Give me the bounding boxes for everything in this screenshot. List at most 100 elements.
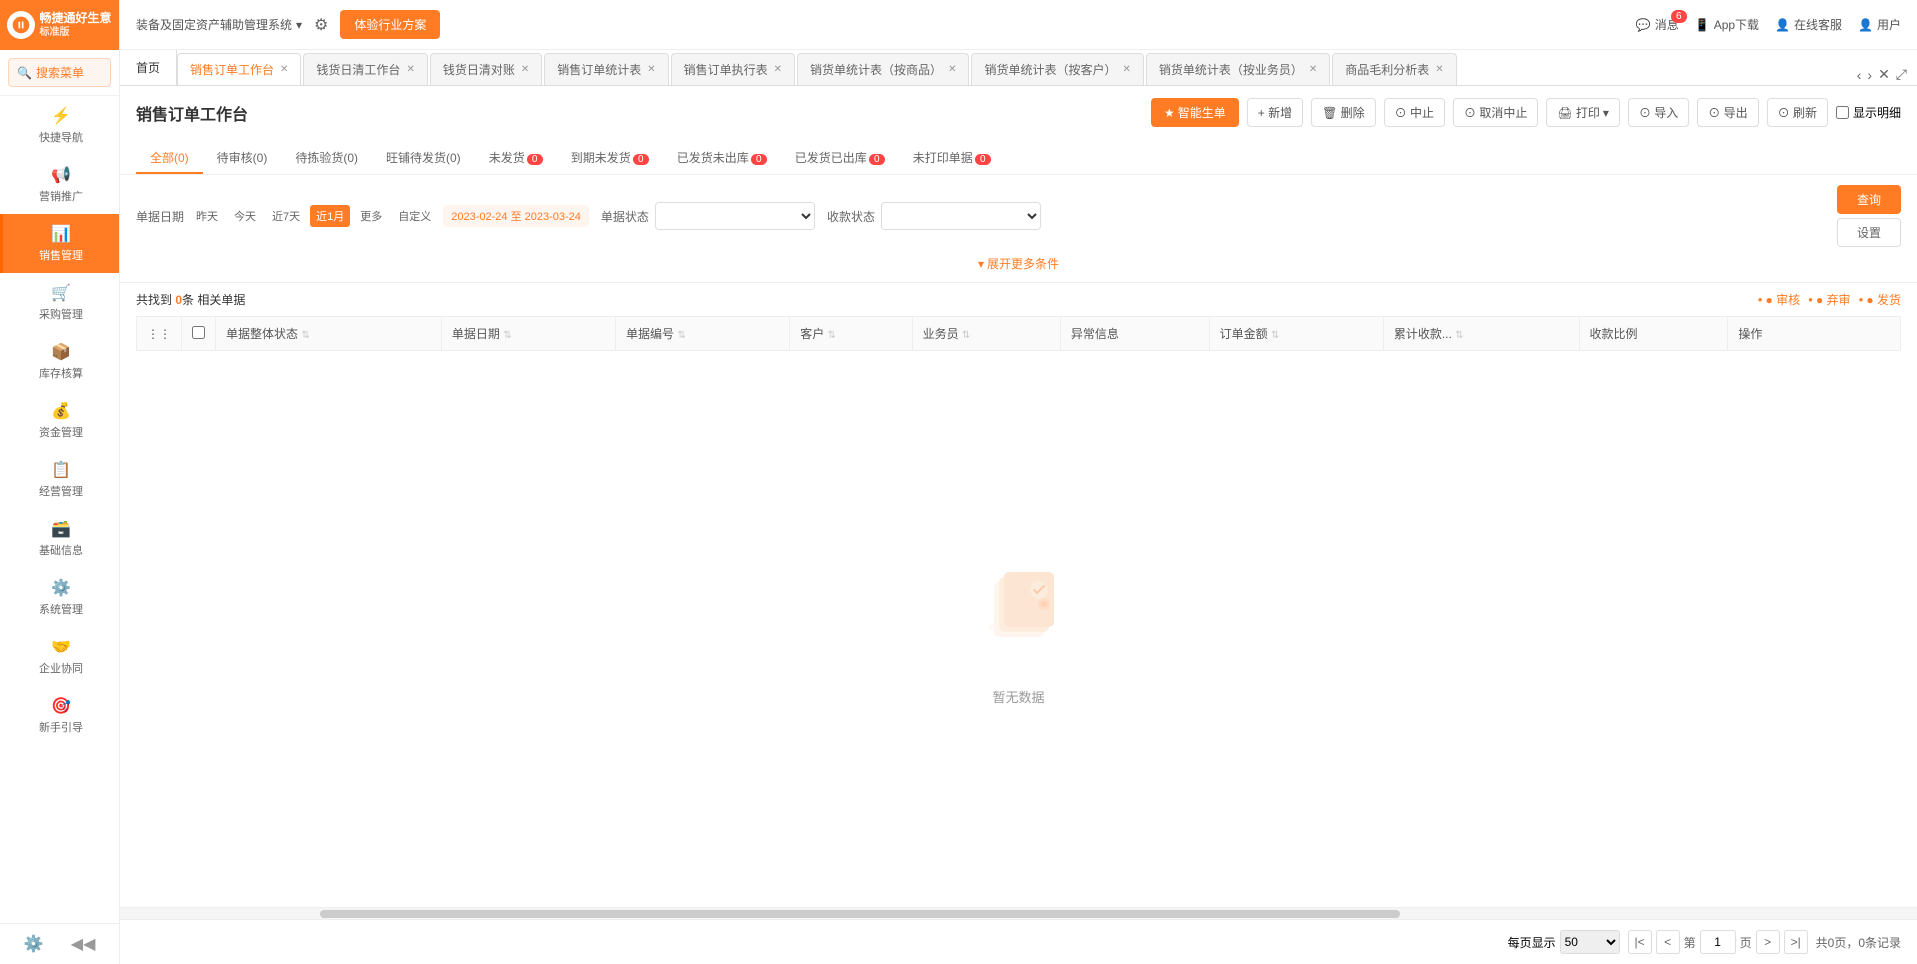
sidebar-item-marketing[interactable]: 📢 营销推广 [0, 155, 119, 214]
status-select[interactable] [655, 202, 815, 230]
date-options: 昨天 今天 近7天 近1月 更多 自定义 [190, 205, 437, 227]
system-label: 系统管理 [39, 601, 83, 617]
prev-page-button[interactable]: < [1656, 930, 1680, 954]
date-custom[interactable]: 自定义 [392, 205, 437, 227]
tab-close-sales-execution[interactable]: ✕ [774, 64, 782, 75]
sidebar-item-basic[interactable]: 🗃️ 基础信息 [0, 509, 119, 568]
sub-tab-pending-review[interactable]: 待审核(0) [203, 143, 282, 174]
tab-close-all-icon[interactable]: ✕ [1876, 64, 1892, 85]
sidebar-item-finance[interactable]: 💰 资金管理 [0, 391, 119, 450]
sub-tab-not-shipped[interactable]: 未发货0 [475, 143, 557, 174]
reject-button[interactable]: ● 弃审 [1808, 291, 1850, 308]
pagination-nav: |< < 第 页 > >| [1628, 930, 1808, 954]
tab-home[interactable]: 首页 [120, 50, 177, 85]
sidebar-item-cooperation[interactable]: 🤝 企业协同 [0, 627, 119, 686]
tab-cash-reconcile[interactable]: 钱货日清对账 ✕ [430, 53, 542, 85]
sub-tab-wangpu[interactable]: 旺铺待发货(0) [372, 143, 475, 174]
last-page-button[interactable]: >| [1784, 930, 1808, 954]
tab-cash-daily[interactable]: 钱货日清工作台 ✕ [303, 53, 427, 85]
tab-sales-summary-staff[interactable]: 销货单统计表（按业务员） ✕ [1146, 53, 1330, 85]
guide-label: 新手引导 [39, 719, 83, 735]
col-date[interactable]: 单据日期 ⇅ [441, 317, 615, 351]
header-gear-icon[interactable]: ⚙ [314, 15, 328, 35]
display-detail-checkbox[interactable] [1836, 106, 1849, 119]
ship-button[interactable]: ● 发货 [1859, 291, 1901, 308]
page-number-input[interactable] [1700, 930, 1736, 954]
sidebar-item-guide[interactable]: 🎯 新手引导 [0, 686, 119, 745]
tab-close-summary-customer[interactable]: ✕ [1122, 64, 1130, 75]
tab-close-sales-stats[interactable]: ✕ [647, 64, 655, 75]
app-download-action[interactable]: 📱 App下载 [1695, 16, 1759, 33]
user-action[interactable]: 👤 用户 [1858, 16, 1901, 33]
review-button[interactable]: ● 审核 [1758, 291, 1800, 308]
date-yesterday[interactable]: 昨天 [190, 205, 224, 227]
col-customer[interactable]: 客户 ⇅ [790, 317, 912, 351]
tab-next-icon[interactable]: › [1865, 65, 1874, 85]
solution-button[interactable]: 体验行业方案 [340, 10, 440, 39]
tab-prev-icon[interactable]: ‹ [1855, 65, 1864, 85]
select-all-checkbox[interactable] [192, 326, 205, 339]
tab-close-goods-margin[interactable]: ✕ [1435, 64, 1443, 75]
sub-tab-overdue[interactable]: 到期未发货0 [557, 143, 663, 174]
sidebar-item-sales[interactable]: 📊 销售管理 [0, 214, 119, 273]
date-1month[interactable]: 近1月 [310, 205, 350, 227]
col-number[interactable]: 单据编号 ⇅ [616, 317, 790, 351]
sidebar-item-purchase[interactable]: 🛒 采购管理 [0, 273, 119, 332]
tab-goods-margin[interactable]: 商品毛利分析表 ✕ [1332, 53, 1456, 85]
tab-sales-stats[interactable]: 销售订单统计表 ✕ [544, 53, 668, 85]
query-button[interactable]: 查询 [1837, 185, 1901, 214]
sub-tab-pending-inspect[interactable]: 待拣验货(0) [281, 143, 372, 174]
sub-tab-all[interactable]: 全部(0) [136, 143, 203, 174]
display-detail-checkbox-label[interactable]: 显示明细 [1836, 104, 1901, 121]
export-button[interactable]: ⊙ 导出 [1697, 98, 1758, 127]
set-button[interactable]: 设置 [1837, 218, 1901, 247]
tab-sales-summary-customer[interactable]: 销货单统计表（按客户） ✕ [971, 53, 1143, 85]
scrollbar-thumb[interactable] [320, 910, 1400, 918]
online-service-action[interactable]: 👤 在线客服 [1775, 16, 1842, 33]
sub-tab-shipped-warehoused[interactable]: 已发货已出库0 [781, 143, 899, 174]
import-button[interactable]: ⊙ 导入 [1628, 98, 1689, 127]
sidebar-item-system[interactable]: ⚙️ 系统管理 [0, 568, 119, 627]
search-menu-button[interactable]: 🔍 搜索菜单 [8, 58, 111, 87]
col-checkbox[interactable] [182, 317, 216, 351]
tab-close-summary-staff[interactable]: ✕ [1309, 64, 1317, 75]
sub-tab-shipped-not-warehoused[interactable]: 已发货未出库0 [663, 143, 781, 174]
tab-fullscreen-icon[interactable]: ⤢ [1894, 64, 1909, 85]
system-selector[interactable]: 装备及固定资产辅助管理系统 ▾ [136, 16, 302, 33]
col-collected[interactable]: 累计收款... ⇅ [1383, 317, 1579, 351]
print-button[interactable]: 🖨 打印 ▾ [1546, 98, 1620, 127]
sidebar-item-operations[interactable]: 📋 经营管理 [0, 450, 119, 509]
per-page-select[interactable]: 50 10 20 100 [1560, 930, 1620, 954]
next-page-button[interactable]: > [1756, 930, 1780, 954]
smart-create-button[interactable]: ★ 智能生单 [1151, 98, 1239, 127]
expand-filter-button[interactable]: ▾ 展开更多条件 [978, 255, 1059, 272]
first-page-button[interactable]: |< [1628, 930, 1652, 954]
payment-select[interactable] [881, 202, 1041, 230]
cancel-pause-button[interactable]: ⊙ 取消中止 [1453, 98, 1538, 127]
collapse-icon[interactable]: ◀◀ [71, 934, 96, 954]
message-icon: 💬 [1636, 18, 1651, 32]
col-amount[interactable]: 订单金额 ⇅ [1209, 317, 1383, 351]
refresh-button[interactable]: ⊙ 刷新 [1767, 98, 1828, 127]
tab-close-cash-daily[interactable]: ✕ [406, 64, 414, 75]
pause-button[interactable]: ⊙ 中止 [1384, 98, 1445, 127]
message-action[interactable]: 💬 消息 6 [1636, 16, 1679, 33]
date-today[interactable]: 今天 [228, 205, 262, 227]
sidebar-item-inventory[interactable]: 📦 库存核算 [0, 332, 119, 391]
tab-close-sales-workbench[interactable]: ✕ [280, 64, 288, 75]
tab-sales-summary-product[interactable]: 销货单统计表（按商品） ✕ [797, 53, 969, 85]
tab-close-summary-product[interactable]: ✕ [948, 64, 956, 75]
date-more[interactable]: 更多 [354, 205, 388, 227]
horizontal-scrollbar[interactable] [120, 907, 1917, 919]
tab-sales-execution[interactable]: 销售订单执行表 ✕ [671, 53, 795, 85]
date-7days[interactable]: 近7天 [266, 205, 306, 227]
col-staff[interactable]: 业务员 ⇅ [912, 317, 1060, 351]
tab-sales-workbench[interactable]: 销售订单工作台 ✕ [177, 53, 301, 85]
add-button[interactable]: + 新增 [1247, 98, 1303, 127]
settings-bottom-icon[interactable]: ⚙️ [24, 934, 44, 954]
tab-close-cash-reconcile[interactable]: ✕ [521, 64, 529, 75]
delete-button[interactable]: 🗑 删除 [1311, 98, 1376, 127]
message-badge: 6 [1671, 10, 1687, 23]
sidebar-item-quick-nav[interactable]: ⚡ 快捷导航 [0, 96, 119, 155]
sub-tab-not-printed[interactable]: 未打印单据0 [899, 143, 1005, 174]
